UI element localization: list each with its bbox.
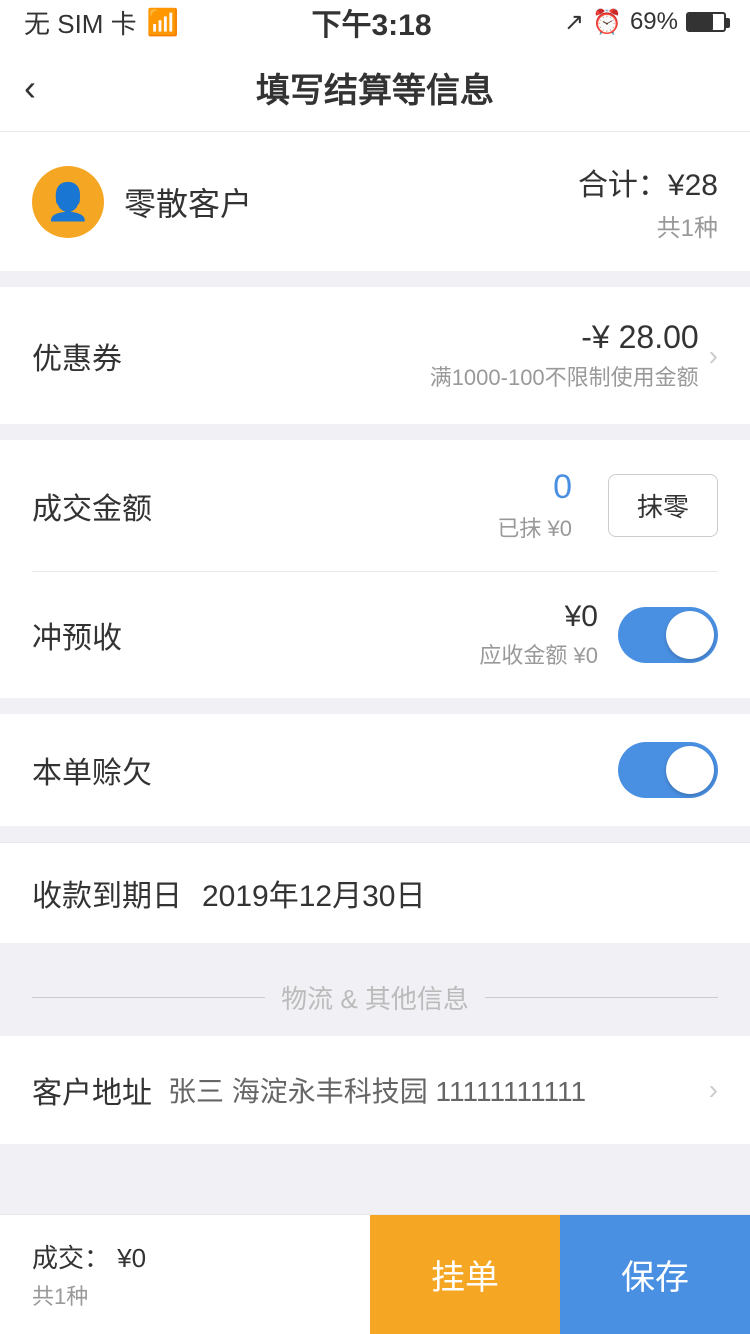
logistics-text: 物流 & 其他信息: [281, 979, 469, 1016]
customer-right: 合计：¥28 共1种: [578, 160, 718, 243]
total-count: 共1种: [578, 208, 718, 243]
status-right: ↗ ⏰ 69%: [564, 8, 726, 37]
location-icon: ↗: [564, 8, 584, 37]
avatar: 👤: [32, 166, 104, 238]
address-value: 张三 海淀永丰科技园 11111111111: [168, 1070, 693, 1110]
sim-status: 无 SIM 卡: [24, 4, 137, 41]
charge-sub: 应收金额 ¥0: [479, 638, 598, 670]
coupon-label: 优惠券: [32, 334, 122, 378]
transaction-section: 成交金额 0 已抹 ¥0 抹零 冲预收 ¥0 应收金额 ¥0: [0, 440, 750, 698]
address-chevron-icon: ›: [709, 1074, 718, 1106]
bottom-deal: 成交： ¥0: [32, 1238, 338, 1275]
coupon-right: -¥ 28.00 满1000-100不限制使用金额 ›: [430, 319, 718, 392]
debt-section: 本单赊欠: [0, 714, 750, 826]
customer-row: 👤 零散客户 合计：¥28 共1种: [0, 132, 750, 271]
logistics-line-left: [32, 997, 265, 998]
amount-value: 0: [497, 468, 572, 507]
debt-label: 本单赊欠: [32, 748, 152, 792]
avatar-icon: 👤: [46, 181, 91, 223]
status-time: 下午3:18: [311, 0, 431, 44]
content-area: 👤 零散客户 合计：¥28 共1种 优惠券 -¥ 28.00 满1000-100…: [0, 132, 750, 1290]
due-value: 2019年12月30日: [202, 871, 425, 915]
coupon-section: 优惠券 -¥ 28.00 满1000-100不限制使用金额 ›: [0, 287, 750, 424]
charge-label: 冲预收: [32, 613, 122, 657]
charge-right: ¥0 应收金额 ¥0: [479, 600, 718, 670]
back-button[interactable]: ‹: [24, 67, 36, 109]
customer-name: 零散客户: [124, 179, 252, 225]
debt-row: 本单赊欠: [32, 714, 718, 826]
due-date-section: 收款到期日 2019年12月30日: [0, 842, 750, 943]
coupon-desc: 满1000-100不限制使用金额: [430, 360, 699, 392]
amount-area: 0 已抹 ¥0: [497, 468, 572, 543]
coupon-info: -¥ 28.00 满1000-100不限制使用金额: [430, 319, 699, 392]
charge-toggle[interactable]: [618, 607, 718, 663]
bottom-count: 共1种: [32, 1279, 338, 1311]
bottom-info: 成交： ¥0 共1种: [0, 1238, 370, 1311]
due-date-row: 收款到期日 2019年12月30日: [0, 842, 750, 943]
round-off-button[interactable]: 抹零: [608, 474, 718, 537]
address-label: 客户地址: [32, 1068, 152, 1112]
total-amount: 合计：¥28: [578, 160, 718, 204]
page-title: 填写结算等信息: [256, 63, 494, 112]
charge-row: 冲预收 ¥0 应收金额 ¥0: [32, 571, 718, 698]
save-button[interactable]: 保存: [560, 1215, 750, 1334]
hold-button[interactable]: 挂单: [370, 1215, 560, 1334]
alarm-icon: ⏰: [592, 8, 622, 37]
toggle-knob: [666, 611, 714, 659]
battery-text: 69%: [630, 8, 678, 36]
status-bar: 无 SIM 卡 📶 下午3:18 ↗ ⏰ 69%: [0, 0, 750, 44]
logistics-divider: 物流 & 其他信息: [0, 959, 750, 1036]
coupon-discount: -¥ 28.00: [430, 319, 699, 356]
charge-amount-info: ¥0 应收金额 ¥0: [479, 600, 598, 670]
debt-toggle[interactable]: [618, 742, 718, 798]
logistics-line-right: [485, 997, 718, 998]
amount-sub: 已抹 ¥0: [497, 511, 572, 543]
wifi-icon: 📶: [147, 7, 179, 38]
transaction-amount-row: 成交金额 0 已抹 ¥0 抹零: [32, 440, 718, 571]
due-label: 收款到期日: [32, 871, 182, 915]
coupon-row[interactable]: 优惠券 -¥ 28.00 满1000-100不限制使用金额 ›: [0, 287, 750, 424]
charge-main: ¥0: [479, 600, 598, 634]
customer-section: 👤 零散客户 合计：¥28 共1种: [0, 132, 750, 271]
amount-right: 0 已抹 ¥0 抹零: [497, 468, 718, 543]
customer-left: 👤 零散客户: [32, 166, 252, 238]
battery-icon: [686, 12, 726, 32]
debt-toggle-knob: [666, 746, 714, 794]
chevron-right-icon: ›: [709, 340, 718, 372]
status-left: 无 SIM 卡 📶: [24, 4, 179, 41]
address-section[interactable]: 客户地址 张三 海淀永丰科技园 11111111111 ›: [0, 1036, 750, 1144]
nav-bar: ‹ 填写结算等信息: [0, 44, 750, 132]
amount-label: 成交金额: [32, 484, 152, 528]
bottom-bar: 成交： ¥0 共1种 挂单 保存: [0, 1214, 750, 1334]
address-row: 客户地址 张三 海淀永丰科技园 11111111111 ›: [0, 1036, 750, 1144]
